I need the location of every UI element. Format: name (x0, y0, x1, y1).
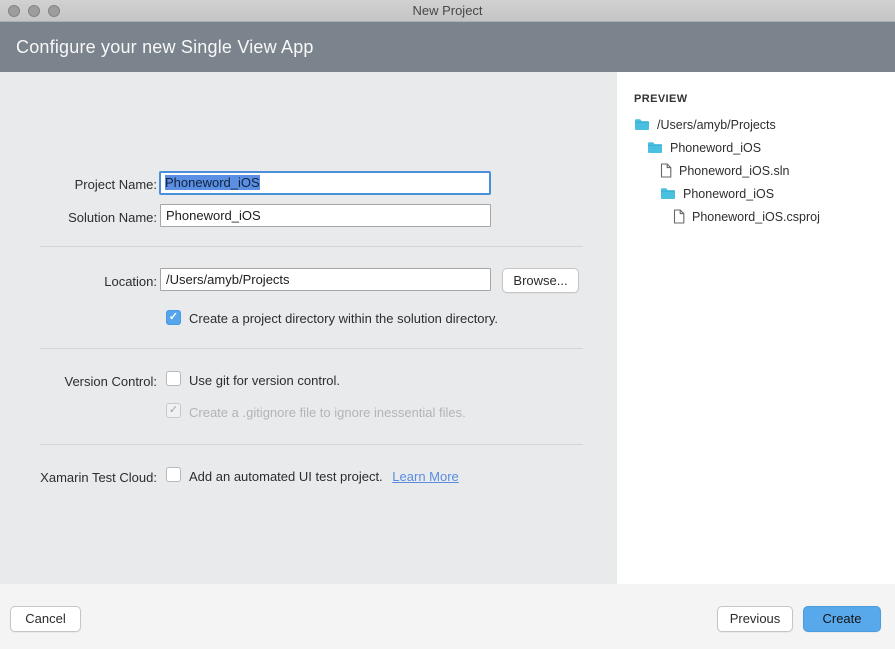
page-title: Configure your new Single View App (16, 37, 314, 57)
configuration-form (0, 72, 617, 584)
folder-icon (660, 187, 676, 200)
project-name-input[interactable]: Phoneword_iOS (159, 171, 491, 195)
gitignore-label: Create a .gitignore file to ignore iness… (189, 405, 466, 420)
tree-item: Phoneword_iOS (634, 182, 884, 205)
location-input[interactable] (160, 268, 491, 291)
browse-button[interactable]: Browse... (502, 268, 579, 293)
gitignore-checkbox (166, 403, 181, 418)
folder-icon (634, 118, 650, 131)
wizard-header: Configure your new Single View App (0, 22, 895, 72)
tree-item: Phoneword_iOS.sln (634, 159, 884, 182)
tree-item-name: Phoneword_iOS (683, 186, 775, 201)
create-project-directory-label: Create a project directory within the so… (189, 311, 499, 326)
section-divider (40, 246, 583, 247)
selected-text: Phoneword_iOS (165, 175, 260, 190)
add-ui-test-checkbox[interactable] (166, 467, 181, 482)
tree-item: Phoneword_iOS.csproj (634, 205, 884, 228)
tree-item-name: Phoneword_iOS.csproj (692, 209, 820, 224)
title-bar: New Project (0, 0, 895, 22)
tree-item: Phoneword_iOS (634, 136, 884, 159)
use-git-checkbox[interactable] (166, 371, 181, 386)
create-project-directory-checkbox[interactable] (166, 310, 181, 325)
add-ui-test-label: Add an automated UI test project. Learn … (189, 469, 459, 484)
tree-item-name: Phoneword_iOS.sln (679, 163, 790, 178)
add-ui-test-text: Add an automated UI test project. (189, 469, 383, 484)
cancel-button[interactable]: Cancel (10, 606, 81, 632)
solution-name-input[interactable] (160, 204, 491, 227)
tree-item: /Users/amyb/Projects (634, 113, 884, 136)
section-divider (40, 348, 583, 349)
section-divider (40, 444, 583, 445)
learn-more-link[interactable]: Learn More (392, 469, 458, 484)
window-title: New Project (412, 3, 483, 18)
preview-tree: /Users/amyb/Projects Phoneword_iOS Phonewo… (634, 113, 884, 228)
create-button[interactable]: Create (803, 606, 881, 632)
new-project-dialog: New Project Configure your new Single Vi… (0, 0, 895, 649)
preview-heading: PREVIEW (634, 93, 688, 105)
xamarin-test-cloud-label: Xamarin Test Cloud: (40, 470, 157, 485)
previous-button[interactable]: Previous (717, 606, 793, 632)
solution-name-label: Solution Name: (68, 210, 157, 225)
use-git-label: Use git for version control. (189, 373, 341, 388)
file-icon (660, 163, 672, 178)
file-icon (673, 209, 685, 224)
folder-icon (647, 141, 663, 154)
version-control-label: Version Control: (64, 374, 158, 389)
location-label: Location: (104, 274, 157, 289)
project-name-label: Project Name: (74, 177, 157, 192)
tree-item-name: Phoneword_iOS (670, 140, 762, 155)
tree-item-name: /Users/amyb/Projects (657, 117, 776, 132)
